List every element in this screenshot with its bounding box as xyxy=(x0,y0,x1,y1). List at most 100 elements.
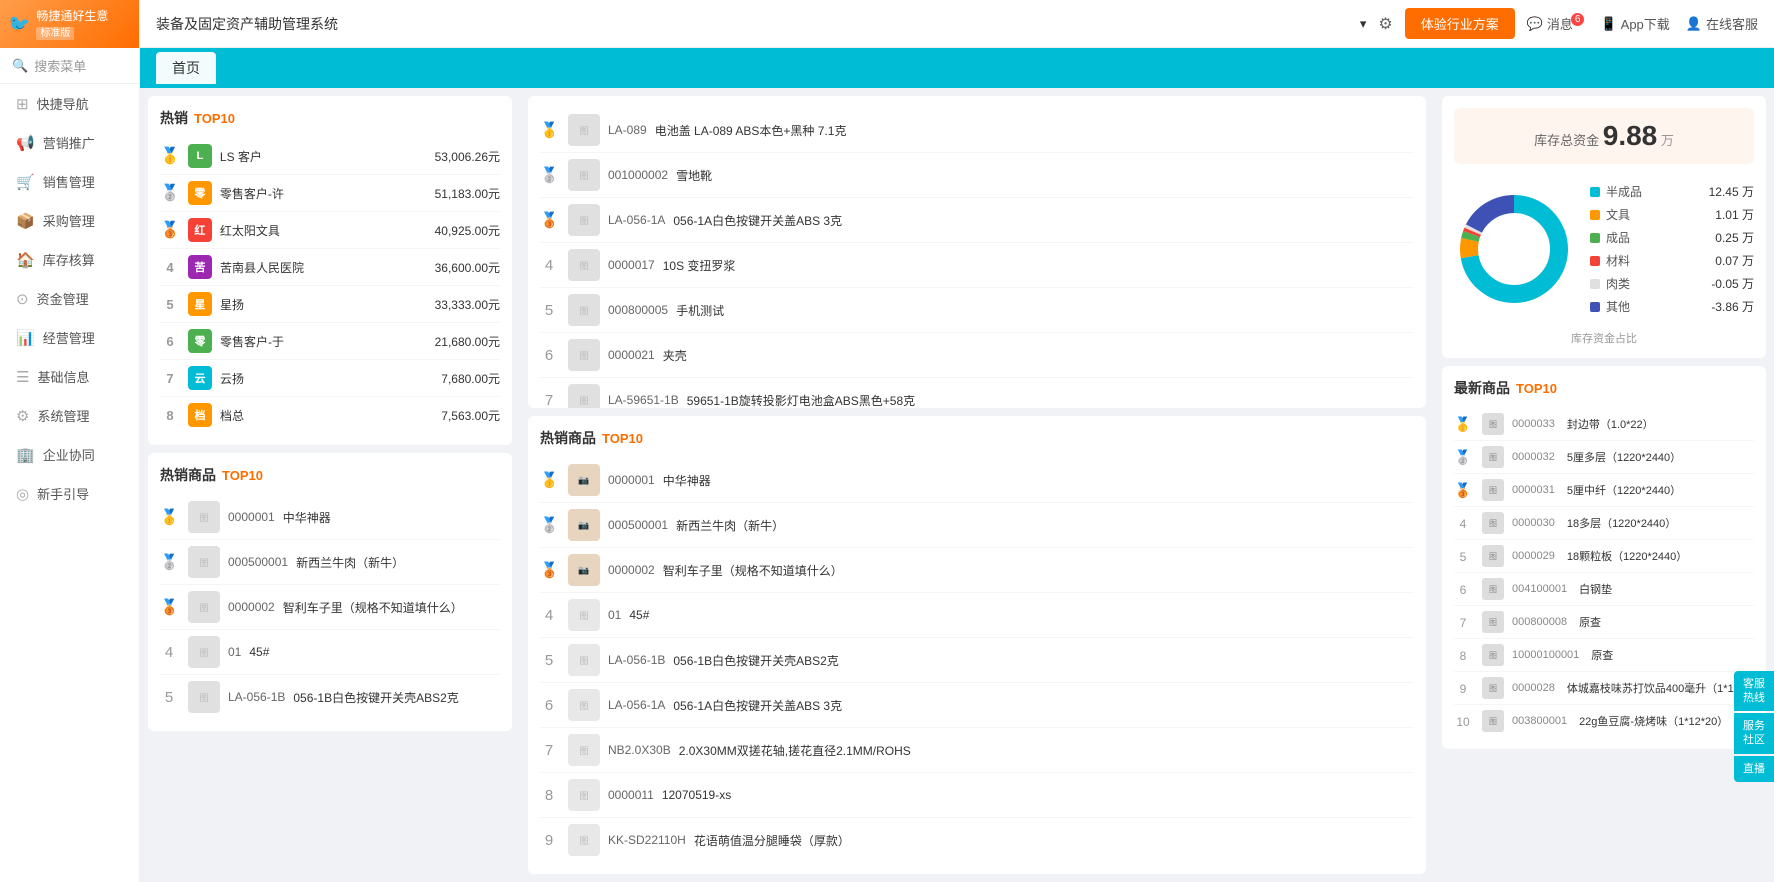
middle-product-item: 6 图 0000021 夹壳 xyxy=(540,333,1414,378)
legend-label: 成品 xyxy=(1606,229,1709,246)
float-live-btn[interactable]: 直播 xyxy=(1734,756,1774,782)
rank-amount: 40,925.00元 xyxy=(435,222,500,239)
middle-product-item: 4 图 0000017 10S 变扭罗浆 xyxy=(540,243,1414,288)
nav-label-company: 企业协同 xyxy=(43,445,95,464)
float-service-btn[interactable]: 客服热线 xyxy=(1734,671,1774,712)
product-thumb: 图 xyxy=(568,249,600,281)
rank-item: 🥉 红 红太阳文具 40,925.00元 xyxy=(160,212,500,249)
hot-products-ext-subtitle: TOP10 xyxy=(602,431,643,446)
logo-badge: 标准版 xyxy=(36,27,74,40)
sidebar: 🐦 畅捷通好生意 标准版 🔍 搜索菜单 ⊞快捷导航📢营销推广🛒销售管理📦采购管理… xyxy=(0,0,140,882)
product-name: 10S 变扭罗浆 xyxy=(663,257,1414,274)
product-name: 夹壳 xyxy=(663,347,1414,364)
hp-left-medal: 4 xyxy=(160,644,180,661)
app-download-button[interactable]: 📱 App下载 xyxy=(1600,14,1669,33)
new-rank-medal: 8 xyxy=(1454,647,1474,663)
nav-icon-operations: 📊 xyxy=(16,329,35,347)
product-code: LA-056-1B xyxy=(228,690,285,704)
rank-number: 8 xyxy=(160,408,180,423)
hot-product-item: 🥇 📷 0000001 中华神器 xyxy=(540,458,1414,503)
mid-rank-medal: 4 xyxy=(540,257,560,274)
sidebar-item-purchase[interactable]: 📦采购管理 xyxy=(0,201,139,240)
content-area: 热销 TOP10 🥇 L LS 客户 53,006.26元🥈 零 零售客户-许 … xyxy=(140,88,1774,882)
new-products-list: 🥇 图 0000033 封边带（1.0*22）🥈 图 0000032 5厘多层（… xyxy=(1454,408,1754,737)
nav-label-marketing: 营销推广 xyxy=(43,133,95,152)
tab-home[interactable]: 首页 xyxy=(156,52,216,84)
hot-product-item: 6 图 LA-056-1A 056-1A白色按键开关盖ABS 3克 xyxy=(540,683,1414,728)
product-thumb: 图 xyxy=(568,779,600,811)
hp-left-medal: 5 xyxy=(160,689,180,706)
sidebar-item-marketing[interactable]: 📢营销推广 xyxy=(0,123,139,162)
new-rank-medal: 6 xyxy=(1454,581,1474,597)
rank-medal-1: 🥇 xyxy=(160,146,180,166)
nav-label-inventory: 库存核算 xyxy=(43,250,95,269)
new-rank-medal: 9 xyxy=(1454,680,1474,696)
nav-icon-finance: ⊙ xyxy=(16,290,29,308)
sidebar-item-guide[interactable]: ◎新手引导 xyxy=(0,474,139,513)
new-product-thumb: 图 xyxy=(1482,512,1504,534)
legend-label: 肉类 xyxy=(1606,275,1705,292)
inventory-unit: 万 xyxy=(1661,133,1674,148)
rank-customer-name: 零售客户-许 xyxy=(220,185,427,202)
nav-icon-inventory: 🏠 xyxy=(16,251,35,269)
hot-rank-medal: 4 xyxy=(540,607,560,624)
new-product-name: 白钢垫 xyxy=(1579,581,1754,597)
product-name: 智利车子里（规格不知道填什么） xyxy=(283,599,500,616)
product-name: 056-1B白色按键开关壳ABS2克 xyxy=(293,689,500,706)
product-code: LA-59651-1B xyxy=(608,393,679,407)
rank-avatar: 零 xyxy=(188,329,212,353)
sidebar-item-company[interactable]: 🏢企业协同 xyxy=(0,435,139,474)
sidebar-item-inventory[interactable]: 🏠 库存核算 xyxy=(0,240,139,279)
new-product-code: 0000029 xyxy=(1512,550,1555,562)
rank-avatar: 档 xyxy=(188,403,212,427)
sidebar-item-system[interactable]: ⚙系统管理 xyxy=(0,396,139,435)
new-product-code: 0000031 xyxy=(1512,484,1555,496)
topbar: 装备及固定资产辅助管理系统 ▾ ⚙ 体验行业方案 💬 消息 6 📱 App下载 … xyxy=(140,0,1774,48)
hot-product-item: 7 图 NB2.0X30B 2.0X30MM双搓花轴,搓花直径2.1MM/ROH… xyxy=(540,728,1414,773)
sidebar-item-finance[interactable]: ⊙资金管理 xyxy=(0,279,139,318)
product-code: 000800005 xyxy=(608,303,668,317)
product-thumb: 📷 xyxy=(568,554,600,586)
donut-chart-container: 半成品 12.45 万 文具 1.01 万 成品 0.25 万 材料 0.07 … xyxy=(1454,172,1754,326)
new-product-item: 4 图 0000030 18多层（1220*2440） xyxy=(1454,507,1754,540)
product-code: 001000002 xyxy=(608,168,668,182)
product-name: 新西兰牛肉（新牛） xyxy=(676,517,1414,534)
rank-avatar: 星 xyxy=(188,292,212,316)
sidebar-item-shortcut[interactable]: ⊞快捷导航 xyxy=(0,84,139,123)
online-service-button[interactable]: 👤 在线客服 xyxy=(1686,14,1758,33)
system-dropdown[interactable]: ▾ xyxy=(1360,16,1367,32)
middle-products-card: 🥇 图 LA-089 电池盖 LA-089 ABS本色+黑种 7.1克🥈 图 0… xyxy=(528,96,1426,408)
settings-icon[interactable]: ⚙ xyxy=(1378,14,1392,34)
search-menu[interactable]: 🔍 搜索菜单 xyxy=(0,48,139,84)
legend-item: 文具 1.01 万 xyxy=(1590,203,1754,226)
hot-product-item: 🥉 📷 0000002 智利车子里（规格不知道填什么） xyxy=(540,548,1414,593)
float-community-btn[interactable]: 服务社区 xyxy=(1734,713,1774,754)
legend-item: 其他 -3.86 万 xyxy=(1590,295,1754,318)
product-code: LA-089 xyxy=(608,123,647,137)
nav-icon-shortcut: ⊞ xyxy=(16,95,29,113)
notifications-button[interactable]: 💬 消息 6 xyxy=(1527,14,1585,33)
sidebar-item-basic[interactable]: ☰基础信息 xyxy=(0,357,139,396)
new-product-code: 0000030 xyxy=(1512,517,1555,529)
new-product-item: 5 图 0000029 18颗粒板（1220*2440） xyxy=(1454,540,1754,573)
new-product-name: 5厘中纤（1220*2440） xyxy=(1567,482,1754,498)
middle-panel: 🥇 图 LA-089 电池盖 LA-089 ABS本色+黑种 7.1克🥈 图 0… xyxy=(520,88,1434,882)
new-product-item: 10 图 003800001 22g鱼豆腐-烧烤味（1*12*20） xyxy=(1454,705,1754,737)
hot-products-ext-list: 🥇 📷 0000001 中华神器🥈 📷 000500001 新西兰牛肉（新牛）🥉… xyxy=(540,458,1414,862)
product-code: NB2.0X30B xyxy=(608,743,671,757)
rank-avatar: 零 xyxy=(188,181,212,205)
new-product-code: 0000028 xyxy=(1512,682,1555,694)
float-service: 客服热线 服务社区 直播 xyxy=(1734,671,1774,782)
legend-label: 其他 xyxy=(1606,298,1705,315)
mid-rank-medal: 6 xyxy=(540,347,560,364)
logo-icon: 🐦 xyxy=(8,14,30,35)
product-code: 01 xyxy=(608,608,621,622)
sidebar-item-operations[interactable]: 📊经营管理 xyxy=(0,318,139,357)
rank-amount: 7,680.00元 xyxy=(441,370,500,387)
product-thumb: 图 xyxy=(568,689,600,721)
customer-rank-list: 🥇 L LS 客户 53,006.26元🥈 零 零售客户-许 51,183.00… xyxy=(160,138,500,433)
hot-product-left-item: 4 图 01 45# xyxy=(160,630,500,675)
inventory-value: 9.88 xyxy=(1603,120,1658,151)
sidebar-item-sales[interactable]: 🛒销售管理 xyxy=(0,162,139,201)
trial-button[interactable]: 体验行业方案 xyxy=(1405,8,1515,39)
